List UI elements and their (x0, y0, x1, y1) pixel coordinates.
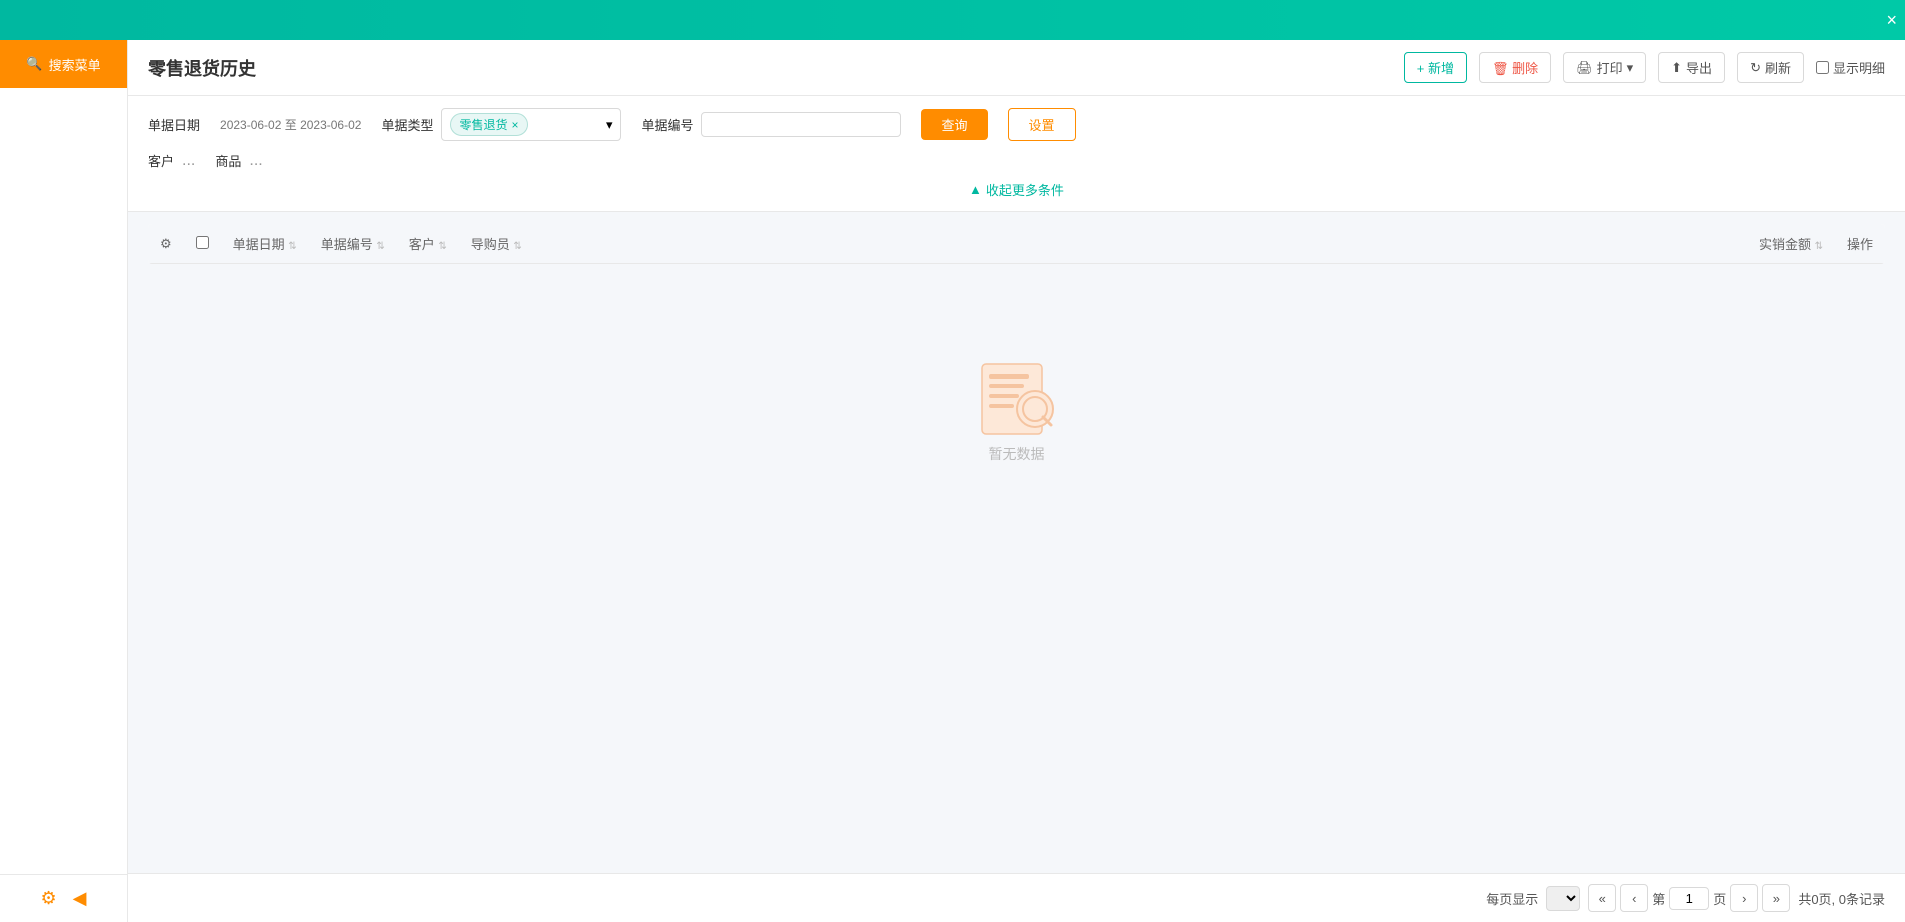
bill-no-input[interactable] (701, 112, 901, 137)
bill-type-dropdown-icon: ▾ (606, 117, 613, 133)
sidebar-search-label: 搜索菜单 (49, 55, 101, 74)
date-label: 单据日期 (148, 115, 200, 134)
filter-row-2: 客户 ... 商品 ... (148, 151, 1885, 170)
col-guide: 导购员 ⇅ (459, 224, 534, 264)
col-actual-amount: 实销金额 ⇅ (1747, 224, 1835, 264)
bill-type-tag: 零售退货 × (450, 113, 527, 136)
sidebar-bottom: ⚙ ◀ (0, 874, 127, 922)
bill-no-label: 单据编号 (641, 115, 693, 134)
next-page-button[interactable]: › (1730, 884, 1758, 912)
col-customer: 客户 ⇅ (397, 224, 459, 264)
col-bill-date: 单据日期 ⇅ (221, 224, 309, 264)
col-spacer (534, 224, 1747, 264)
goods-filter-group: 商品 ... (215, 151, 262, 170)
refresh-icon: ↻ (1750, 60, 1761, 76)
customer-sort-icon[interactable]: ⇅ (438, 241, 446, 252)
customer-picker[interactable]: ... (182, 152, 195, 170)
print-dropdown-icon: ▾ (1627, 60, 1634, 76)
col-checkbox (184, 224, 221, 264)
print-icon: 🖨 (1576, 60, 1593, 76)
export-icon: ⬆ (1671, 60, 1682, 76)
col-bill-no: 单据编号 ⇅ (309, 224, 397, 264)
content-area: 零售退货历史 + 新增 🗑 删除 🖨 🖨 打印 打印 ▾ ⬆ 导出 ↻ 刷新 (128, 40, 1905, 922)
collapse-icon: ▲ (969, 182, 982, 197)
collapse-label: 收起更多条件 (986, 180, 1064, 199)
print-button[interactable]: 🖨 🖨 打印 打印 ▾ (1563, 52, 1646, 83)
filter-row-1: 单据日期 2023-06-02 至 2023-06-02 单据类型 零售退货 × (148, 108, 1885, 141)
setting-button[interactable]: 设置 (1008, 108, 1076, 141)
guide-sort-icon[interactable]: ⇅ (513, 241, 521, 252)
refresh-button[interactable]: ↻ 刷新 (1737, 52, 1804, 83)
empty-illustration (967, 344, 1067, 444)
show-detail-checkbox[interactable] (1816, 61, 1829, 74)
new-button[interactable]: + 新增 (1404, 52, 1467, 83)
bill-type-label: 单据类型 (381, 115, 433, 134)
top-bar: × (0, 0, 1905, 40)
data-table: ⚙ 单据日期 ⇅ 单据编号 ⇅ (148, 224, 1885, 264)
customer-label: 客户 (148, 151, 174, 170)
page-suffix: 页 (1713, 889, 1726, 908)
filter-area: 单据日期 2023-06-02 至 2023-06-02 单据类型 零售退货 × (128, 96, 1905, 212)
total-info: 共0页, 0条记录 (1798, 889, 1885, 908)
page-title: 零售退货历史 (148, 55, 256, 81)
settings-icon[interactable]: ⚙ (41, 888, 57, 909)
per-page-label: 每页显示 (1486, 889, 1538, 908)
collapse-icon[interactable]: ◀ (73, 888, 87, 909)
search-icon: 🔍 (26, 56, 42, 72)
query-button[interactable]: 查询 (921, 109, 987, 140)
empty-state: 暂无数据 (148, 264, 1885, 544)
first-page-button[interactable]: « (1588, 884, 1616, 912)
settings-col-icon[interactable]: ⚙ (160, 236, 172, 251)
empty-text: 暂无数据 (989, 444, 1045, 464)
bill-type-tag-close[interactable]: × (511, 118, 518, 132)
sidebar-search-button[interactable]: 🔍 搜索菜单 (0, 40, 127, 88)
table-head: ⚙ 单据日期 ⇅ 单据编号 ⇅ (148, 224, 1885, 264)
window-close-button[interactable]: × (1886, 10, 1897, 31)
page-number-input[interactable] (1669, 887, 1709, 910)
table-area: ⚙ 单据日期 ⇅ 单据编号 ⇅ (128, 212, 1905, 873)
per-page-select[interactable] (1546, 886, 1580, 911)
amount-sort-icon[interactable]: ⇅ (1815, 241, 1823, 252)
prev-page-button[interactable]: ‹ (1620, 884, 1648, 912)
page-label: 第 (1652, 889, 1665, 908)
bill-type-filter-group: 单据类型 零售退货 × ▾ (381, 108, 621, 141)
customer-filter-group: 客户 ... (148, 151, 195, 170)
sidebar-nav (0, 88, 127, 874)
last-page-button[interactable]: » (1762, 884, 1790, 912)
sidebar: 🔍 搜索菜单 ⚙ ◀ (0, 40, 128, 922)
page-header: 零售退货历史 + 新增 🗑 删除 🖨 🖨 打印 打印 ▾ ⬆ 导出 ↻ 刷新 (128, 40, 1905, 96)
bill-no-filter-group: 单据编号 (641, 112, 901, 137)
bill-date-sort-icon[interactable]: ⇅ (288, 241, 296, 252)
main-layout: 🔍 搜索菜单 ⚙ ◀ 零售退货历史 + 新增 🗑 删除 🖨 🖨 打印 打印 ▾ (0, 40, 1905, 922)
select-all-checkbox[interactable] (196, 236, 209, 249)
col-setting: ⚙ (148, 224, 184, 264)
show-detail-label: 显示明细 (1816, 58, 1885, 77)
bill-no-sort-icon[interactable]: ⇅ (376, 241, 384, 252)
date-filter-group: 单据日期 2023-06-02 至 2023-06-02 (148, 115, 361, 134)
col-action: 操作 (1835, 224, 1885, 264)
goods-label: 商品 (215, 151, 241, 170)
export-button[interactable]: ⬆ 导出 (1658, 52, 1725, 83)
delete-button[interactable]: 🗑 删除 (1479, 52, 1551, 83)
pagination-bar: 每页显示 « ‹ 第 页 › » 共0页, 0条记录 (128, 873, 1905, 922)
table-header-row: ⚙ 单据日期 ⇅ 单据编号 ⇅ (148, 224, 1885, 264)
bill-type-tag-text: 零售退货 (459, 116, 507, 133)
collapse-button[interactable]: ▲ 收起更多条件 (969, 180, 1064, 199)
date-range-text: 2023-06-02 至 2023-06-02 (220, 116, 361, 133)
goods-picker[interactable]: ... (249, 152, 262, 170)
page-nav: « ‹ 第 页 › » (1588, 884, 1790, 912)
header-actions: + 新增 🗑 删除 🖨 🖨 打印 打印 ▾ ⬆ 导出 ↻ 刷新 (1404, 52, 1885, 83)
bill-type-select[interactable]: 零售退货 × ▾ (441, 108, 621, 141)
